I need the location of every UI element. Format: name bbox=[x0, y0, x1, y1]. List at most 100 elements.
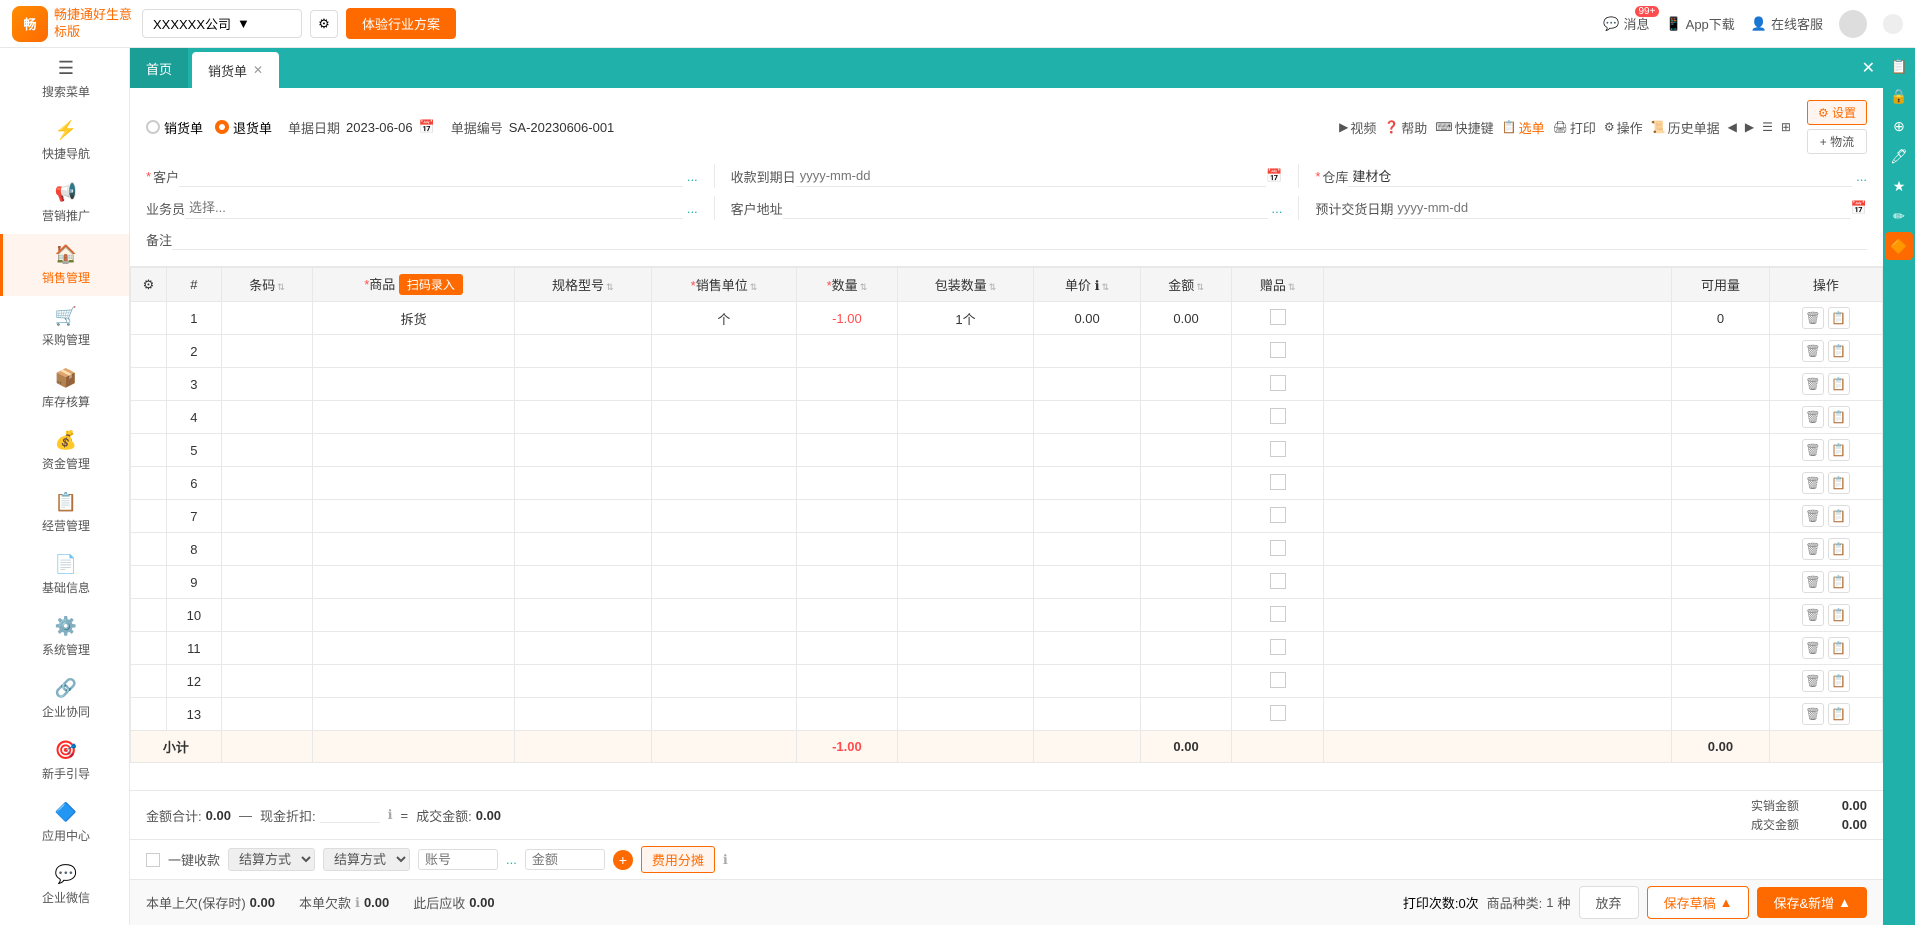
cell-qty[interactable] bbox=[797, 335, 897, 368]
delete-row-button[interactable]: 🗑 bbox=[1802, 571, 1824, 593]
cell-gift[interactable] bbox=[1232, 401, 1324, 434]
copy-row-button[interactable]: 📋 bbox=[1828, 472, 1850, 494]
cell-spec[interactable] bbox=[514, 566, 651, 599]
curr-owed-info[interactable]: ℹ bbox=[355, 895, 360, 911]
cell-amount[interactable] bbox=[1140, 533, 1232, 566]
cell-barcode[interactable] bbox=[221, 665, 313, 698]
delete-row-button[interactable]: 🗑 bbox=[1802, 637, 1824, 659]
cell-barcode[interactable] bbox=[221, 500, 313, 533]
payment-due-calendar-icon[interactable]: 📅 bbox=[1266, 168, 1282, 184]
sidebar-item-guide[interactable]: 🎯 新手引导 bbox=[0, 730, 129, 792]
cell-qty[interactable] bbox=[797, 599, 897, 632]
account-lookup-button[interactable]: ... bbox=[506, 852, 517, 867]
cell-spec[interactable] bbox=[514, 533, 651, 566]
cell-gift[interactable] bbox=[1232, 500, 1324, 533]
abandon-button[interactable]: 放弃 bbox=[1579, 886, 1639, 919]
cell-product[interactable] bbox=[313, 368, 514, 401]
cell-product[interactable] bbox=[313, 632, 514, 665]
customer-lookup-button[interactable]: ... bbox=[687, 169, 698, 184]
operate-link[interactable]: ⚙ 操作 bbox=[1604, 118, 1643, 137]
cell-unit[interactable] bbox=[651, 566, 797, 599]
cell-gift[interactable] bbox=[1232, 665, 1324, 698]
trial-button[interactable]: 体验行业方案 bbox=[346, 8, 456, 39]
cell-price[interactable] bbox=[1034, 566, 1140, 599]
delete-row-button[interactable]: 🗑 bbox=[1802, 538, 1824, 560]
delete-row-button[interactable]: 🗑 bbox=[1802, 604, 1824, 626]
delete-row-button[interactable]: 🗑 bbox=[1802, 373, 1824, 395]
copy-row-button[interactable]: 📋 bbox=[1828, 439, 1850, 461]
cell-amount[interactable] bbox=[1140, 566, 1232, 599]
cell-gift[interactable] bbox=[1232, 434, 1324, 467]
cell-spec[interactable] bbox=[514, 434, 651, 467]
cell-barcode[interactable] bbox=[221, 533, 313, 566]
cell-unit[interactable] bbox=[651, 467, 797, 500]
sidebar-item-basic[interactable]: 📄 基础信息 bbox=[0, 544, 129, 606]
app-download-button[interactable]: 📱 App下载 bbox=[1665, 14, 1734, 33]
cell-qty[interactable] bbox=[797, 698, 897, 731]
cell-spec[interactable] bbox=[514, 632, 651, 665]
cell-price[interactable]: 0.00 bbox=[1034, 302, 1140, 335]
cell-barcode[interactable] bbox=[221, 566, 313, 599]
cell-product[interactable] bbox=[313, 335, 514, 368]
cell-pkgqty[interactable] bbox=[897, 665, 1034, 698]
cell-product[interactable] bbox=[313, 500, 514, 533]
cell-gift[interactable] bbox=[1232, 599, 1324, 632]
sidebar-item-marketing[interactable]: 📢 营销推广 bbox=[0, 172, 129, 234]
right-panel-btn-3[interactable]: ⊕ bbox=[1885, 112, 1913, 140]
cell-amount[interactable] bbox=[1140, 698, 1232, 731]
cell-unit[interactable] bbox=[651, 599, 797, 632]
cell-gift[interactable] bbox=[1232, 566, 1324, 599]
cell-barcode[interactable] bbox=[221, 302, 313, 335]
cell-qty[interactable] bbox=[797, 368, 897, 401]
discount-input[interactable] bbox=[320, 807, 380, 823]
cell-gift[interactable] bbox=[1232, 632, 1324, 665]
cell-amount[interactable] bbox=[1140, 500, 1232, 533]
cell-amount[interactable] bbox=[1140, 599, 1232, 632]
cell-spec[interactable] bbox=[514, 368, 651, 401]
add-payment-button[interactable]: + bbox=[613, 850, 633, 870]
cell-price[interactable] bbox=[1034, 665, 1140, 698]
cell-barcode[interactable] bbox=[221, 632, 313, 665]
cell-unit[interactable] bbox=[651, 665, 797, 698]
cell-product[interactable] bbox=[313, 533, 514, 566]
cell-amount[interactable] bbox=[1140, 467, 1232, 500]
customer-input[interactable] bbox=[179, 165, 683, 187]
cell-barcode[interactable] bbox=[221, 434, 313, 467]
cell-barcode[interactable] bbox=[221, 698, 313, 731]
scan-button[interactable]: 扫码录入 bbox=[399, 274, 463, 295]
copy-row-button[interactable]: 📋 bbox=[1828, 604, 1850, 626]
sidebar-item-purchase[interactable]: 🛒 采购管理 bbox=[0, 296, 129, 358]
cell-gift[interactable] bbox=[1232, 335, 1324, 368]
delete-row-button[interactable]: 🗑 bbox=[1802, 406, 1824, 428]
avatar[interactable] bbox=[1839, 10, 1867, 38]
cell-unit[interactable] bbox=[651, 698, 797, 731]
cell-product[interactable] bbox=[313, 665, 514, 698]
expected-date-input[interactable] bbox=[1393, 197, 1850, 219]
sidebar-item-quicknav[interactable]: ⚡ 快捷导航 bbox=[0, 110, 129, 172]
date-picker-icon[interactable]: 📅 bbox=[419, 119, 435, 135]
copy-row-button[interactable]: 📋 bbox=[1828, 571, 1850, 593]
warehouse-input[interactable] bbox=[1348, 165, 1852, 187]
copy-row-button[interactable]: 📋 bbox=[1828, 670, 1850, 692]
cell-pkgqty[interactable] bbox=[897, 500, 1034, 533]
cell-product[interactable] bbox=[313, 698, 514, 731]
cell-barcode[interactable] bbox=[221, 467, 313, 500]
tab-bar-close-button[interactable]: ✕ bbox=[1862, 58, 1875, 78]
cell-price[interactable] bbox=[1034, 599, 1140, 632]
history-link[interactable]: 📜 历史单据 bbox=[1651, 118, 1720, 137]
view-grid-button[interactable]: ⊞ bbox=[1781, 120, 1791, 134]
cell-product[interactable] bbox=[313, 401, 514, 434]
cell-pkgqty[interactable] bbox=[897, 434, 1034, 467]
cell-spec[interactable] bbox=[514, 335, 651, 368]
settings-gear-button[interactable]: ⚙ bbox=[310, 10, 338, 38]
cell-price[interactable] bbox=[1034, 632, 1140, 665]
video-link[interactable]: ▶ 视频 bbox=[1339, 118, 1376, 137]
cell-qty[interactable] bbox=[797, 533, 897, 566]
cell-spec[interactable] bbox=[514, 401, 651, 434]
cell-barcode[interactable] bbox=[221, 368, 313, 401]
cell-spec[interactable] bbox=[514, 665, 651, 698]
nav-next-button[interactable]: ▶ bbox=[1745, 120, 1754, 134]
cell-gift[interactable] bbox=[1232, 302, 1324, 335]
cell-unit[interactable] bbox=[651, 500, 797, 533]
cell-amount[interactable] bbox=[1140, 368, 1232, 401]
